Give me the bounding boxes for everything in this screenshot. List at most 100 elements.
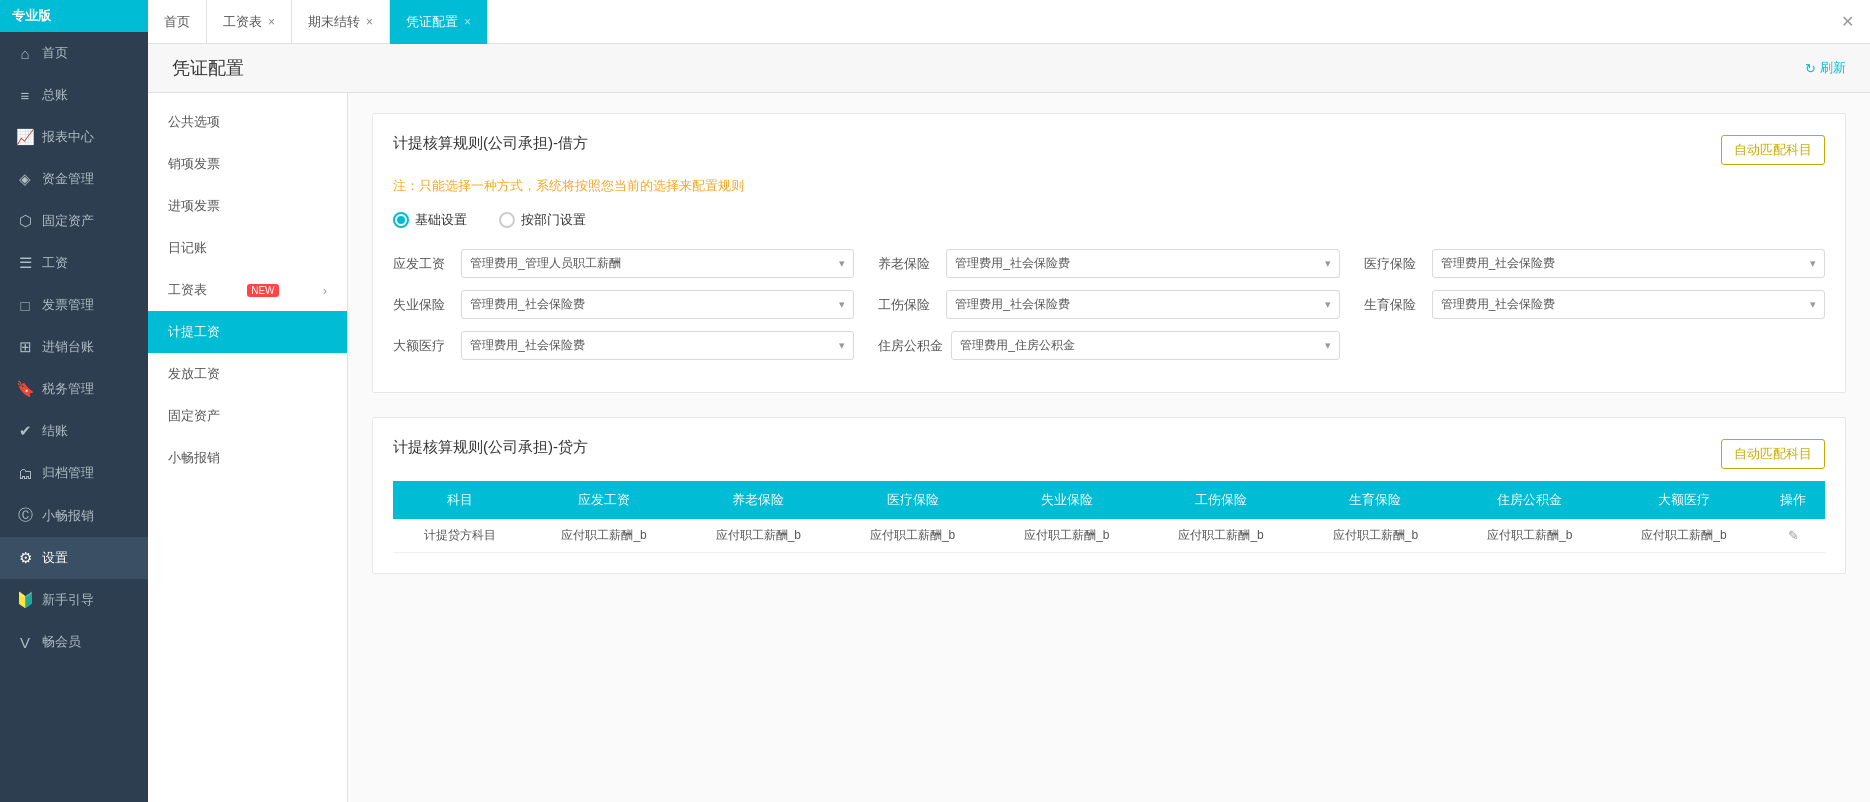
sidebar-item-home[interactable]: ⌂ 首页 [0,32,148,74]
close-voucher-config-tab[interactable]: × [464,15,471,29]
tab-home[interactable]: 首页 [148,0,207,44]
main-area: 首页 工资表 × 期末结转 × 凭证配置 × ✕ 凭证配置 ↻ 刷新 公共选项 [148,0,1870,802]
housing-fund-label: 住房公积金 [878,337,943,355]
sidebar-item-archive[interactable]: 🗂 归档管理 [0,452,148,494]
left-nav-payroll-table[interactable]: 工资表 NEW › [148,269,347,311]
debit-pension: 养老保险 管理费用_社会保险费 ▾ [878,249,1339,278]
medical-select[interactable]: 管理费用_社会保险费 ▾ [1432,249,1825,278]
tab-period-end[interactable]: 期末结转 × [292,0,390,44]
new-badge: NEW [247,284,278,297]
refresh-icon: ↻ [1805,61,1816,76]
sidebar-item-fund-management[interactable]: ◈ 资金管理 [0,158,148,200]
maternity-select[interactable]: 管理费用_社会保险费 ▾ [1432,290,1825,319]
pension-arrow: ▾ [1325,257,1331,270]
left-nav-fixed-assets-nav[interactable]: 固定资产 [148,395,347,437]
left-nav-accrual-payroll[interactable]: 计提工资 [148,311,347,353]
credit-row-major-medical: 应付职工薪酬_b [1607,519,1761,553]
debit-section-header: 计提核算规则(公司承担)-借方 自动匹配科目 [393,134,1825,165]
app-title: 专业版 [0,0,148,32]
major-medical-select[interactable]: 管理费用_社会保险费 ▾ [461,331,854,360]
sidebar-item-report-center[interactable]: 📈 报表中心 [0,116,148,158]
ledger-icon: ≡ [16,87,34,104]
col-pension: 养老保险 [681,481,835,519]
sidebar-item-general-ledger[interactable]: ≡ 总账 [0,74,148,116]
radio-department-circle [499,212,515,228]
payroll-icon: ☰ [16,254,34,272]
home-icon: ⌂ [16,45,34,62]
sidebar-item-tax-management[interactable]: 🔖 税务管理 [0,368,148,410]
sidebar-item-vip[interactable]: V 畅会员 [0,621,148,663]
work-injury-arrow: ▾ [1325,298,1331,311]
pension-select[interactable]: 管理费用_社会保险费 ▾ [946,249,1339,278]
purchase-icon: ⊞ [16,338,34,356]
housing-fund-select[interactable]: 管理费用_住房公积金 ▾ [951,331,1339,360]
left-nav-public-options[interactable]: 公共选项 [148,101,347,143]
debit-auto-match-button[interactable]: 自动匹配科目 [1721,135,1825,165]
debit-form-row-1: 应发工资 管理费用_管理人员职工薪酬 ▾ 养老保险 管理费用_社会保险费 ▾ [393,249,1825,278]
col-unemployment: 失业保险 [990,481,1144,519]
debit-unemployment: 失业保险 管理费用_社会保险费 ▾ [393,290,854,319]
close-period-end-tab[interactable]: × [366,15,373,29]
debit-form-row-3: 大额医疗 管理费用_社会保险费 ▾ 住房公积金 管理费用_住房公积金 ▾ [393,331,1825,360]
unemployment-arrow: ▾ [839,298,845,311]
sidebar-item-payroll[interactable]: ☰ 工资 [0,242,148,284]
report-icon: 📈 [16,128,34,146]
invoice-icon: □ [16,297,34,314]
close-all-tabs[interactable]: ✕ [1825,0,1870,44]
major-medical-label: 大额医疗 [393,337,453,355]
sidebar-item-purchase-sales[interactable]: ⊞ 进销台账 [0,326,148,368]
left-nav-input-invoice[interactable]: 进项发票 [148,185,347,227]
credit-row-unemployment: 应付职工薪酬_b [990,519,1144,553]
radio-basic[interactable]: 基础设置 [393,211,467,229]
vip-icon: V [16,634,34,651]
work-injury-select[interactable]: 管理费用_社会保险费 ▾ [946,290,1339,319]
sidebar-item-settings[interactable]: ⚙ 设置 [0,537,148,579]
page-title: 凭证配置 [172,56,244,80]
content-area: 公共选项 销项发票 进项发票 日记账 工资表 NEW › 计提工资 发放工资 [148,93,1870,802]
col-apply-wage: 应发工资 [527,481,681,519]
tabs-bar: 首页 工资表 × 期末结转 × 凭证配置 × ✕ [148,0,1870,44]
debit-form-row-2: 失业保险 管理费用_社会保险费 ▾ 工伤保险 管理费用_社会保险费 ▾ [393,290,1825,319]
unemployment-label: 失业保险 [393,296,453,314]
debit-major-medical: 大额医疗 管理费用_社会保险费 ▾ [393,331,854,360]
left-nav-pay-payroll[interactable]: 发放工资 [148,353,347,395]
radio-department[interactable]: 按部门设置 [499,211,586,229]
debit-apply-wage: 应发工资 管理费用_管理人员职工薪酬 ▾ [393,249,854,278]
debit-note: 注：只能选择一种方式，系统将按照您当前的选择来配置规则 [393,177,1825,195]
credit-row-pension: 应付职工薪酬_b [681,519,835,553]
sidebar-item-guide[interactable]: 🔰 新手引导 [0,579,148,621]
close-payroll-table-tab[interactable]: × [268,15,275,29]
chevron-icon: › [323,283,327,298]
sidebar-item-settlement[interactable]: ✔ 结账 [0,410,148,452]
debit-medical: 医疗保险 管理费用_社会保险费 ▾ [1364,249,1825,278]
credit-row-action[interactable]: ✎ [1761,519,1825,553]
major-medical-arrow: ▾ [839,339,845,352]
medical-label: 医疗保险 [1364,255,1424,273]
col-housing: 住房公积金 [1453,481,1607,519]
apply-wage-select[interactable]: 管理费用_管理人员职工薪酬 ▾ [461,249,854,278]
settings-icon: ⚙ [16,549,34,567]
maternity-arrow: ▾ [1810,298,1816,311]
housing-fund-arrow: ▾ [1325,339,1331,352]
left-nav-journal[interactable]: 日记账 [148,227,347,269]
credit-row-maternity: 应付职工薪酬_b [1298,519,1452,553]
left-nav-cancel-invoice[interactable]: 销项发票 [148,143,347,185]
tab-voucher-config[interactable]: 凭证配置 × [390,0,488,44]
pension-label: 养老保险 [878,255,938,273]
fund-icon: ◈ [16,170,34,188]
left-nav-xiaochangbao[interactable]: 小畅报销 [148,437,347,479]
tab-payroll-table[interactable]: 工资表 × [207,0,292,44]
credit-auto-match-button[interactable]: 自动匹配科目 [1721,439,1825,469]
unemployment-select[interactable]: 管理费用_社会保险费 ▾ [461,290,854,319]
sidebar: 专业版 ⌂ 首页 ≡ 总账 📈 报表中心 ◈ 资金管理 ⬡ 固定资产 ☰ 工资 … [0,0,148,802]
sidebar-item-invoice-management[interactable]: □ 发票管理 [0,284,148,326]
credit-row-work-injury: 应付职工薪酬_b [1144,519,1298,553]
edit-icon[interactable]: ✎ [1788,528,1799,543]
col-subject: 科目 [393,481,527,519]
sidebar-item-fixed-assets[interactable]: ⬡ 固定资产 [0,200,148,242]
refresh-button[interactable]: ↻ 刷新 [1805,59,1846,77]
apply-wage-label: 应发工资 [393,255,453,273]
col-action: 操作 [1761,481,1825,519]
sidebar-item-xiaochangbao[interactable]: Ⓒ 小畅报销 [0,494,148,537]
credit-row-housing: 应付职工薪酬_b [1453,519,1607,553]
